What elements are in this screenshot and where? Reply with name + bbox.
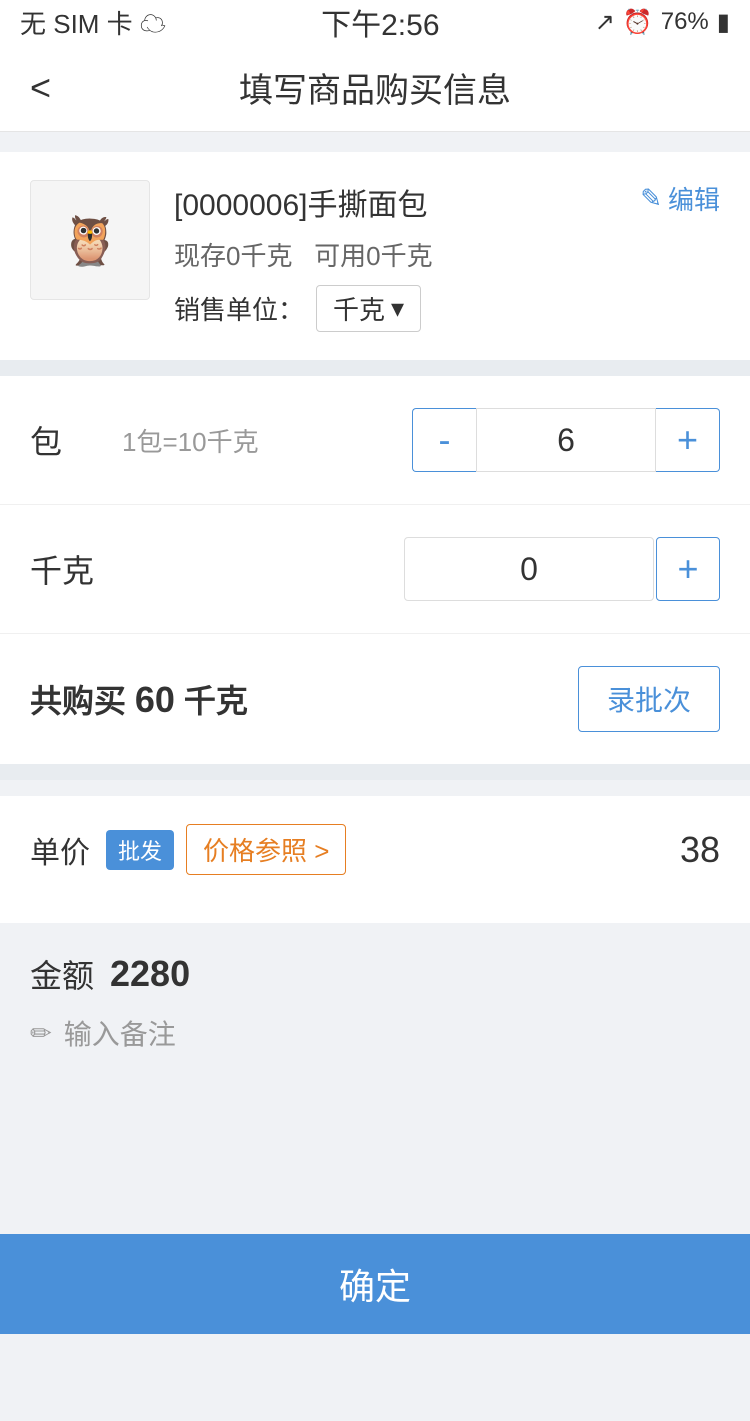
bag-hint: 1包=10千克 bbox=[122, 422, 412, 459]
bag-decrement-button[interactable]: - bbox=[412, 408, 476, 472]
price-tag: 批发 bbox=[106, 830, 174, 870]
amount-label: 金额 bbox=[30, 951, 94, 997]
alarm-icon: ⏰ bbox=[623, 8, 653, 37]
bag-label: 包 bbox=[30, 417, 110, 463]
product-info: [0000006]手撕面包 ✎ 编辑 现存0千克 可用0千克 销售单位： 千克 … bbox=[174, 180, 720, 332]
status-left: 无 SIM 卡 ☁ bbox=[20, 4, 166, 41]
bag-quantity-row: 包 1包=10千克 - + bbox=[0, 376, 750, 505]
bag-quantity-input[interactable] bbox=[476, 408, 656, 472]
product-unit-row: 销售单位： 千克 ▾ bbox=[174, 285, 720, 332]
back-button[interactable]: < bbox=[30, 67, 90, 109]
edit-icon: ✎ bbox=[640, 183, 662, 214]
nav-bar: < 填写商品购买信息 bbox=[0, 44, 750, 132]
status-bar: 无 SIM 卡 ☁ 下午2:56 ↗ ⏰ 76% ▮ bbox=[0, 0, 750, 44]
kg-quantity-row: 千克 + bbox=[0, 505, 750, 634]
amount-row: 金额 2280 bbox=[30, 951, 720, 997]
product-card: 🦉 [0000006]手撕面包 ✎ 编辑 现存0千克 可用0千克 销售单位： 千… bbox=[0, 152, 750, 360]
total-text: 共购买 60 千克 bbox=[30, 676, 248, 722]
total-row: 共购买 60 千克 录批次 bbox=[0, 634, 750, 764]
product-image: 🦉 bbox=[30, 180, 150, 300]
pencil-icon: ✏ bbox=[30, 1018, 52, 1049]
location-icon: ↗ bbox=[595, 8, 615, 37]
product-stock: 现存0千克 可用0千克 bbox=[174, 236, 720, 273]
price-value: 38 bbox=[680, 829, 720, 871]
kg-label: 千克 bbox=[30, 546, 110, 592]
kg-increment-button[interactable]: + bbox=[656, 537, 720, 601]
product-logo-icon: 🦉 bbox=[60, 212, 120, 269]
confirm-button[interactable]: 确定 bbox=[0, 1234, 750, 1334]
amount-value: 2280 bbox=[110, 953, 190, 995]
unit-select[interactable]: 千克 ▾ bbox=[316, 285, 421, 332]
bag-quantity-controls: - + bbox=[412, 408, 720, 472]
page-title: 填写商品购买信息 bbox=[239, 63, 511, 112]
price-section: 单价 批发 价格参照 > 38 bbox=[0, 796, 750, 923]
price-row: 单价 批发 价格参照 > 38 bbox=[30, 824, 720, 875]
remark-row[interactable]: ✏ 输入备注 bbox=[30, 1013, 720, 1053]
price-ref-button[interactable]: 价格参照 > bbox=[186, 824, 346, 875]
status-time: 下午2:56 bbox=[321, 0, 439, 44]
separator-2 bbox=[0, 764, 750, 780]
amount-section: 金额 2280 ✏ 输入备注 bbox=[0, 923, 750, 1081]
carrier-text: 无 SIM 卡 ☁ bbox=[20, 4, 166, 41]
battery-icon: ▮ bbox=[717, 8, 730, 37]
batch-button[interactable]: 录批次 bbox=[578, 666, 720, 732]
quantity-section: 包 1包=10千克 - + 千克 + bbox=[0, 376, 750, 634]
total-quantity: 60 bbox=[135, 679, 175, 720]
battery-text: 76% bbox=[661, 8, 709, 36]
bag-increment-button[interactable]: + bbox=[656, 408, 720, 472]
kg-quantity-input[interactable] bbox=[404, 537, 654, 601]
dropdown-arrow-icon: ▾ bbox=[391, 293, 404, 324]
status-right: ↗ ⏰ 76% ▮ bbox=[595, 8, 730, 37]
remark-placeholder: 输入备注 bbox=[64, 1013, 176, 1053]
separator-1 bbox=[0, 360, 750, 376]
kg-quantity-controls: + bbox=[404, 537, 720, 601]
price-label: 单价 bbox=[30, 828, 90, 872]
edit-button[interactable]: ✎ 编辑 bbox=[640, 180, 720, 217]
product-name: [0000006]手撕面包 bbox=[174, 180, 427, 224]
